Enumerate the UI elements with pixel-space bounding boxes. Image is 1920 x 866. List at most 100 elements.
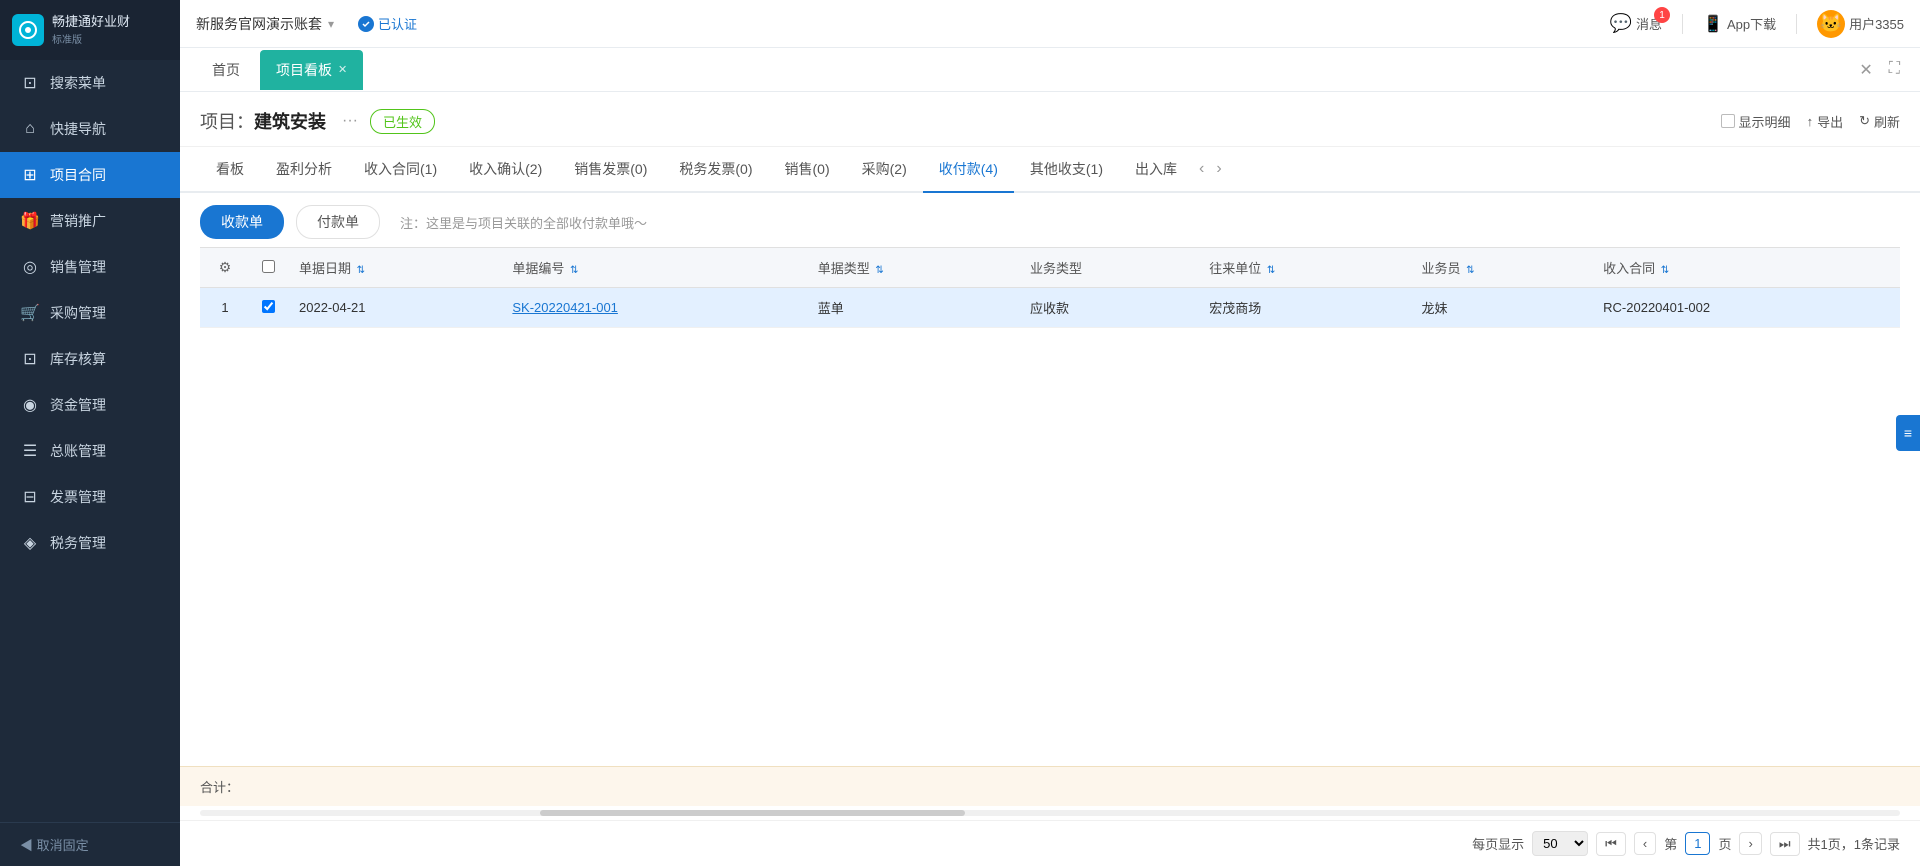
col-header-type[interactable]: 单据类型 ⇅: [806, 248, 1018, 288]
sub-nav-prev-arrow[interactable]: ‹: [1193, 152, 1210, 186]
sub-nav-sales-invoice[interactable]: 销售发票(0): [558, 147, 663, 193]
tab-home[interactable]: 首页: [196, 50, 256, 90]
col-header-partner[interactable]: 往来单位 ⇅: [1197, 248, 1409, 288]
sidebar-unpin-button[interactable]: ◀ 取消固定: [0, 822, 180, 866]
notification-badge: 1: [1654, 7, 1670, 23]
col-income-contract-label: 收入合同: [1603, 261, 1655, 276]
next-page-button[interactable]: ›: [1739, 832, 1761, 855]
search-menu-icon: ⊡: [20, 73, 40, 93]
user-menu-button[interactable]: 🐱 用户3355: [1817, 10, 1904, 38]
col-header-salesperson[interactable]: 业务员 ⇅: [1410, 248, 1592, 288]
sidebar-item-purchase[interactable]: 🛒 采购管理: [0, 290, 180, 336]
tab-bar: 首页 项目看板 ✕ ✕ ⛶: [180, 48, 1920, 92]
right-edge-button[interactable]: ≡: [1896, 415, 1920, 451]
current-page[interactable]: 1: [1685, 832, 1710, 855]
sub-nav-other-expenditure[interactable]: 其他收支(1): [1014, 147, 1119, 193]
payment-tab-button[interactable]: 付款单: [296, 205, 380, 239]
gear-settings-icon[interactable]: ⚙: [219, 259, 232, 275]
data-table: ⚙ 单据日期 ⇅ 单据编号 ⇅: [200, 247, 1900, 328]
phone-icon: 📱: [1703, 14, 1723, 34]
project-header-actions: 显示明细 ↑ 导出 ↻ 刷新: [1721, 112, 1900, 131]
col-header-date[interactable]: 单据日期 ⇅: [287, 248, 500, 288]
sidebar-item-label: 资金管理: [50, 395, 106, 415]
invoice-icon: ⊟: [20, 487, 40, 507]
app-download-label: App下载: [1727, 14, 1776, 33]
col-header-gear[interactable]: ⚙: [200, 248, 250, 288]
table-container: ⚙ 单据日期 ⇅ 单据编号 ⇅: [200, 247, 1900, 766]
sidebar-item-label: 搜索菜单: [50, 73, 106, 93]
sidebar-item-finance[interactable]: ◉ 资金管理: [0, 382, 180, 428]
tab-project-board[interactable]: 项目看板 ✕: [260, 50, 363, 90]
row-checkbox-cell: [250, 288, 287, 328]
app-logo-icon: [12, 14, 44, 46]
expand-button[interactable]: ⛶: [1885, 56, 1904, 84]
sub-nav-next-arrow[interactable]: ›: [1210, 152, 1227, 186]
page-size-select[interactable]: 50 20 100: [1532, 831, 1588, 856]
sub-nav-kanban-label: 看板: [216, 161, 244, 177]
right-edge-icon: ≡: [1904, 425, 1912, 441]
app-download-button[interactable]: 📱 App下载: [1703, 14, 1776, 34]
last-page-button[interactable]: ⏭: [1770, 832, 1800, 856]
sub-nav-receipt-payment[interactable]: 收付款(4): [923, 147, 1014, 193]
row-checkbox[interactable]: [262, 300, 275, 313]
header-divider-2: [1796, 14, 1797, 34]
account-selector[interactable]: 新服务官网演示账套 ▾: [196, 14, 334, 34]
show-detail-checkbox-box[interactable]: [1721, 114, 1735, 128]
totals-row: 合计：: [180, 766, 1920, 806]
row-biz-type: 应收款: [1018, 288, 1197, 328]
sidebar-item-tax[interactable]: ◈ 税务管理: [0, 520, 180, 566]
purchase-icon: 🛒: [20, 303, 40, 323]
table-row[interactable]: 1 2022-04-21 SK-20220421-001 蓝单 应收款 宏茂商场: [200, 288, 1900, 328]
sort-date-icon: ⇅: [357, 265, 365, 276]
sidebar-item-label: 采购管理: [50, 303, 106, 323]
project-header: 项目：建筑安装 ··· 已生效 显示明细 ↑ 导出 ↻ 刷新: [180, 92, 1920, 147]
sort-salesperson-icon: ⇅: [1466, 265, 1474, 276]
sub-nav-tax-invoice[interactable]: 税务发票(0): [663, 147, 768, 193]
prev-page-button[interactable]: ‹: [1634, 832, 1656, 855]
sidebar-item-invoice[interactable]: ⊟ 发票管理: [0, 474, 180, 520]
sidebar-item-label: 税务管理: [50, 533, 106, 553]
sub-nav-profit[interactable]: 盈利分析: [260, 147, 348, 193]
col-header-income-contract[interactable]: 收入合同 ⇅: [1591, 248, 1900, 288]
project-more-button[interactable]: ···: [342, 112, 358, 130]
sales-icon: ◎: [20, 257, 40, 277]
sidebar-item-general-ledger[interactable]: ☰ 总账管理: [0, 428, 180, 474]
sub-nav-sales[interactable]: 销售(0): [769, 147, 846, 193]
page-label: 页: [1718, 834, 1731, 853]
sidebar-scroll: ⊡ 搜索菜单 ⌂ 快捷导航 ⊞ 项目合同 🎁 营销推广 ◎ 销售管理 🛒 采购管…: [0, 60, 180, 822]
sub-nav-kanban[interactable]: 看板: [200, 147, 260, 193]
sub-nav-income-confirm[interactable]: 收入确认(2): [453, 147, 558, 193]
refresh-button[interactable]: ↻ 刷新: [1859, 112, 1900, 131]
row-number-link[interactable]: SK-20220421-001: [512, 300, 618, 315]
main-content: 新服务官网演示账套 ▾ 已认证 💬 消息 1 📱 App下载: [180, 0, 1920, 866]
scrollbar-thumb[interactable]: [540, 810, 965, 816]
close-all-tabs-button[interactable]: ✕: [1855, 56, 1876, 84]
sidebar-item-sales[interactable]: ◎ 销售管理: [0, 244, 180, 290]
export-button[interactable]: ↑ 导出: [1807, 112, 1844, 131]
sidebar-header: 畅捷通好业财 标准版: [0, 0, 180, 60]
sidebar-item-project-contract[interactable]: ⊞ 项目合同: [0, 152, 180, 198]
sidebar-item-inventory[interactable]: ⊡ 库存核算: [0, 336, 180, 382]
header-divider: [1682, 14, 1683, 34]
sidebar-item-search[interactable]: ⊡ 搜索菜单: [0, 60, 180, 106]
show-detail-checkbox[interactable]: 显示明细: [1721, 112, 1791, 131]
tab-project-board-label: 项目看板: [276, 60, 332, 80]
col-header-biz-type: 业务类型: [1018, 248, 1197, 288]
project-contract-icon: ⊞: [20, 165, 40, 185]
tab-close-icon[interactable]: ✕: [338, 63, 347, 76]
account-name: 新服务官网演示账套: [196, 14, 322, 34]
receipt-tab-button[interactable]: 收款单: [200, 205, 284, 239]
sub-nav-purchase[interactable]: 采购(2): [846, 147, 923, 193]
sidebar-item-marketing[interactable]: 🎁 营销推广: [0, 198, 180, 244]
select-all-checkbox[interactable]: [262, 260, 275, 273]
sidebar-item-label: 快捷导航: [50, 119, 106, 139]
row-number[interactable]: SK-20220421-001: [500, 288, 805, 328]
sidebar-item-quick-nav[interactable]: ⌂ 快捷导航: [0, 106, 180, 152]
first-page-button[interactable]: ⏮: [1596, 832, 1626, 856]
sub-nav-income-contract[interactable]: 收入合同(1): [348, 147, 453, 193]
horizontal-scrollbar[interactable]: [200, 810, 1900, 816]
scroll-bar-container: [180, 806, 1920, 820]
messages-button[interactable]: 💬 消息 1: [1610, 13, 1662, 34]
col-header-number[interactable]: 单据编号 ⇅: [500, 248, 805, 288]
sub-nav-in-out[interactable]: 出入库: [1119, 147, 1193, 193]
